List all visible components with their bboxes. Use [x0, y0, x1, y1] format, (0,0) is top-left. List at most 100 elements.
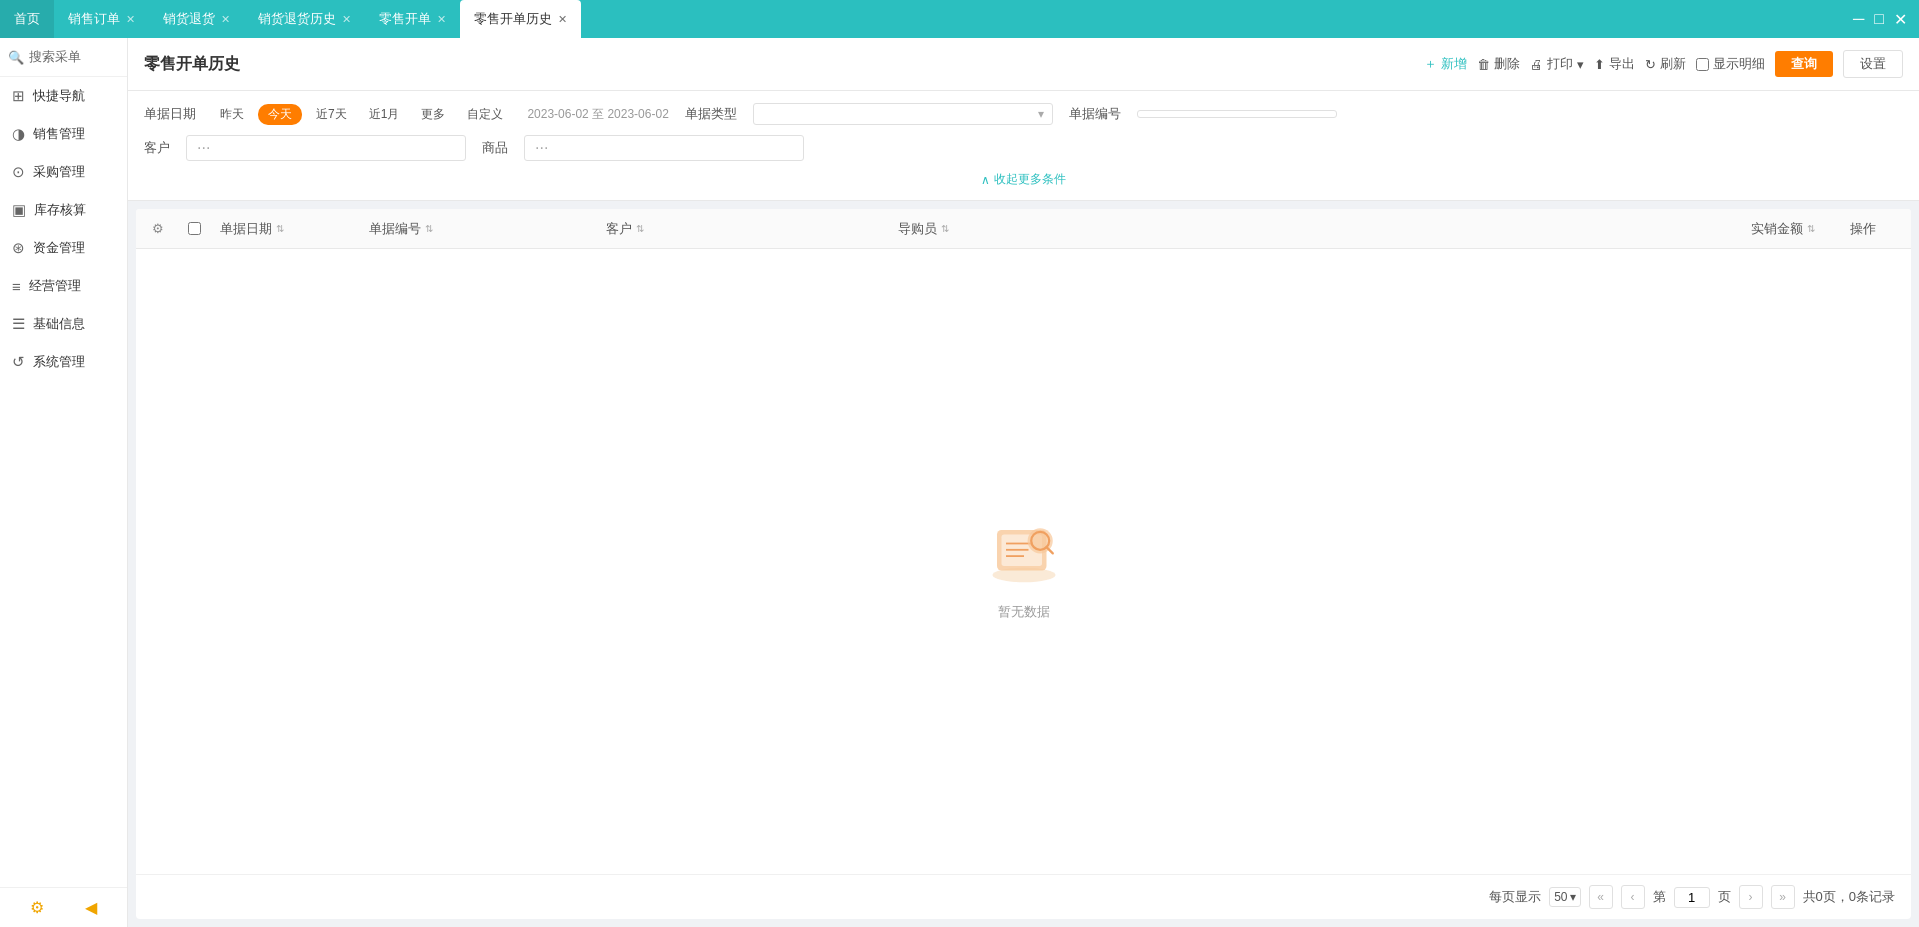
- print-dropdown-icon[interactable]: ▾: [1577, 57, 1584, 72]
- add-button[interactable]: ＋ 新增: [1424, 55, 1467, 73]
- sidebar-search[interactable]: 🔍 搜索采单: [0, 38, 127, 77]
- tab-retail-order-history[interactable]: 零售开单历史 ✕: [460, 0, 581, 38]
- customer-input[interactable]: ···: [186, 135, 466, 161]
- bill-type-select[interactable]: ▾: [753, 103, 1053, 125]
- show-detail-checkbox[interactable]: 显示明细: [1696, 55, 1765, 73]
- collapse-chevron-icon: ∧: [981, 173, 990, 187]
- add-icon: ＋: [1424, 55, 1437, 73]
- col-settings[interactable]: ⚙: [144, 221, 180, 236]
- tab-home[interactable]: 首页: [0, 0, 54, 38]
- bill-no-input[interactable]: [1137, 110, 1337, 118]
- prev-page-button[interactable]: ‹: [1621, 885, 1645, 909]
- date-opt-more[interactable]: 更多: [413, 104, 453, 125]
- tab-retail-order-history-close[interactable]: ✕: [558, 13, 567, 26]
- delete-button[interactable]: 🗑 删除: [1477, 55, 1520, 73]
- collapse-button[interactable]: ∧ 收起更多条件: [981, 171, 1066, 188]
- show-detail-label: 显示明细: [1713, 55, 1765, 73]
- tab-sales-order[interactable]: 销售订单 ✕: [54, 0, 149, 38]
- tab-sales-order-label: 销售订单: [68, 10, 120, 28]
- col-date-label: 单据日期: [220, 220, 272, 238]
- sidebar-item-inventory[interactable]: ▣ 库存核算: [0, 191, 127, 229]
- tab-retail-order[interactable]: 零售开单 ✕: [365, 0, 460, 38]
- col-guide[interactable]: 导购员 ⇅: [890, 220, 1072, 238]
- page-label-post: 页: [1718, 888, 1731, 906]
- refresh-button[interactable]: ↻ 刷新: [1645, 55, 1686, 73]
- goods-input[interactable]: ···: [524, 135, 804, 161]
- filter-area: 单据日期 昨天 今天 近7天 近1月 更多 自定义 2023-06-02 至 2…: [128, 91, 1919, 201]
- show-detail-input[interactable]: [1696, 58, 1709, 71]
- col-num[interactable]: 单据编号 ⇅: [361, 220, 598, 238]
- first-page-button[interactable]: «: [1589, 885, 1613, 909]
- tab-sales-order-close[interactable]: ✕: [126, 13, 135, 26]
- col-guide-sort-icon: ⇅: [941, 223, 949, 234]
- settings-label: 设置: [1860, 55, 1886, 73]
- tab-sales-return[interactable]: 销货退货 ✕: [149, 0, 244, 38]
- main-layout: 🔍 搜索采单 ⊞ 快捷导航 ◑ 销售管理 ⊙ 采购管理 ▣ 库存核算 ⊛ 资金管…: [0, 38, 1919, 927]
- settings-icon[interactable]: ⚙: [30, 898, 44, 917]
- select-all-checkbox[interactable]: [188, 222, 201, 235]
- page-size-select[interactable]: 50 ▾: [1549, 887, 1580, 907]
- col-customer[interactable]: 客户 ⇅: [598, 220, 890, 238]
- next-page-button[interactable]: ›: [1739, 885, 1763, 909]
- page-size-value: 50: [1554, 890, 1567, 904]
- quick-nav-label: 快捷导航: [33, 87, 85, 105]
- finance-label: 资金管理: [33, 239, 85, 257]
- window-min-btn[interactable]: ─: [1853, 10, 1864, 28]
- empty-state: 暂无数据: [979, 503, 1069, 621]
- date-opt-today[interactable]: 今天: [258, 104, 302, 125]
- add-label: 新增: [1441, 55, 1467, 73]
- system-label: 系统管理: [33, 353, 85, 371]
- sidebar-item-system[interactable]: ↺ 系统管理: [0, 343, 127, 381]
- tab-sales-return-label: 销货退货: [163, 10, 215, 28]
- sidebar-item-base-info[interactable]: ☰ 基础信息: [0, 305, 127, 343]
- sidebar: 🔍 搜索采单 ⊞ 快捷导航 ◑ 销售管理 ⊙ 采购管理 ▣ 库存核算 ⊛ 资金管…: [0, 38, 128, 927]
- print-button[interactable]: 🖨 打印 ▾: [1530, 55, 1584, 73]
- page-header: 零售开单历史 ＋ 新增 🗑 删除 🖨 打印 ▾ ⬆ 导出: [128, 38, 1919, 91]
- date-opt-1month[interactable]: 近1月: [361, 104, 408, 125]
- settings-button[interactable]: 设置: [1843, 50, 1903, 78]
- collapse-label: 收起更多条件: [994, 171, 1066, 188]
- query-button[interactable]: 查询: [1775, 51, 1833, 77]
- col-num-sort-icon: ⇅: [425, 223, 433, 234]
- finance-icon: ⊛: [12, 239, 25, 257]
- col-customer-label: 客户: [606, 220, 632, 238]
- window-close-btn[interactable]: ✕: [1894, 10, 1907, 29]
- tab-sales-return-history[interactable]: 销货退货历史 ✕: [244, 0, 365, 38]
- date-opt-7days[interactable]: 近7天: [308, 104, 355, 125]
- per-page-label: 每页显示: [1489, 888, 1541, 906]
- refresh-label: 刷新: [1660, 55, 1686, 73]
- date-filter-label: 单据日期: [144, 105, 196, 123]
- bill-no-label: 单据编号: [1069, 105, 1121, 123]
- purchase-icon: ⊙: [12, 163, 25, 181]
- empty-text: 暂无数据: [998, 603, 1050, 621]
- window-max-btn[interactable]: □: [1874, 10, 1884, 28]
- window-controls: ─ □ ✕: [1853, 10, 1919, 29]
- export-icon: ⬆: [1594, 57, 1605, 72]
- col-amount[interactable]: 实销金额 ⇅: [1641, 220, 1823, 238]
- col-date[interactable]: 单据日期 ⇅: [212, 220, 361, 238]
- sidebar-item-finance[interactable]: ⊛ 资金管理: [0, 229, 127, 267]
- date-range: 2023-06-02 至 2023-06-02: [527, 106, 668, 123]
- col-guide-label: 导购员: [898, 220, 937, 238]
- sidebar-item-quick-nav[interactable]: ⊞ 快捷导航: [0, 77, 127, 115]
- sidebar-item-operations[interactable]: ≡ 经营管理: [0, 267, 127, 305]
- page-input[interactable]: [1674, 887, 1710, 908]
- table-area: ⚙ 单据日期 ⇅ 单据编号 ⇅ 客户 ⇅ 导购员 ⇅: [136, 209, 1911, 919]
- customer-dots: ···: [197, 139, 210, 157]
- date-opt-custom[interactable]: 自定义: [459, 104, 511, 125]
- sidebar-item-purchase[interactable]: ⊙ 采购管理: [0, 153, 127, 191]
- page-size-dropdown-icon: ▾: [1570, 890, 1576, 904]
- last-page-button[interactable]: »: [1771, 885, 1795, 909]
- export-button[interactable]: ⬆ 导出: [1594, 55, 1635, 73]
- tab-sales-return-close[interactable]: ✕: [221, 13, 230, 26]
- tab-retail-order-close[interactable]: ✕: [437, 13, 446, 26]
- col-amount-label: 实销金额: [1751, 220, 1803, 238]
- system-icon: ↺: [12, 353, 25, 371]
- collapse-sidebar-icon[interactable]: ◀: [85, 898, 97, 917]
- sidebar-item-sales[interactable]: ◑ 销售管理: [0, 115, 127, 153]
- filter-row-2: 客户 ··· 商品 ···: [144, 135, 1903, 161]
- col-checkbox[interactable]: [180, 222, 212, 235]
- col-customer-sort-icon: ⇅: [636, 223, 644, 234]
- date-opt-yesterday[interactable]: 昨天: [212, 104, 252, 125]
- tab-sales-return-history-close[interactable]: ✕: [342, 13, 351, 26]
